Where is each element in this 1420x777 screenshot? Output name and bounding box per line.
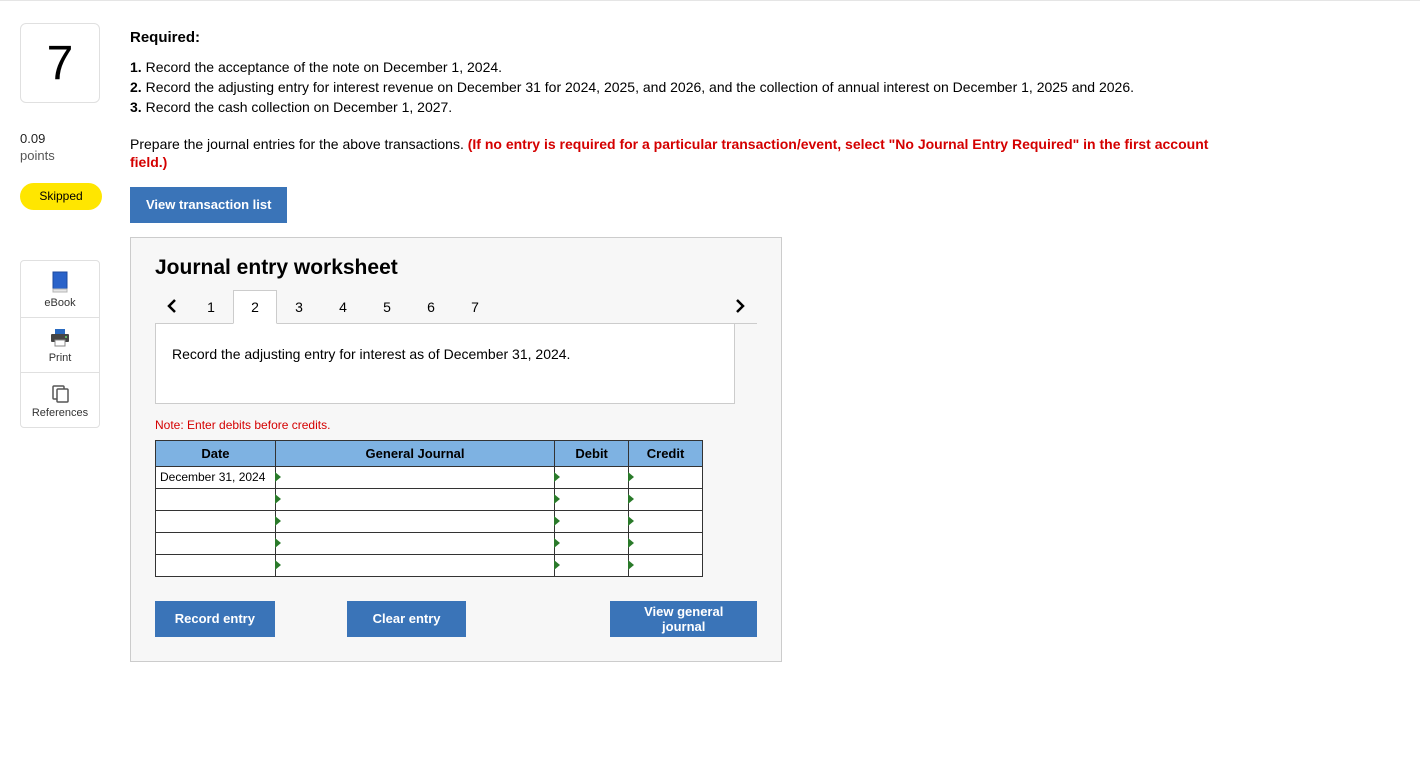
points-value: 0.09: [20, 131, 100, 148]
cell-credit[interactable]: [629, 488, 703, 510]
cell-date[interactable]: [156, 510, 276, 532]
cell-debit[interactable]: [555, 554, 629, 576]
nav-entry-5[interactable]: 5: [365, 289, 409, 323]
required-item-2: 2. Record the adjusting entry for intere…: [130, 78, 1230, 96]
journal-worksheet: Journal entry worksheet 1 2 3 4 5 6 7 Re…: [130, 237, 782, 662]
view-general-journal-button[interactable]: View general journal: [610, 601, 757, 637]
journal-table: Date General Journal Debit Credit Decemb…: [155, 440, 703, 577]
entry-prompt: Record the adjusting entry for interest …: [155, 324, 735, 404]
points-label: points: [20, 148, 100, 165]
cell-date[interactable]: December 31, 2024: [156, 466, 276, 488]
tool-ebook-label: eBook: [44, 297, 75, 309]
required-title: Required:: [130, 29, 1230, 46]
points-block: 0.09 points: [20, 131, 100, 165]
tool-print[interactable]: Print: [21, 318, 99, 373]
cell-gj[interactable]: [275, 510, 554, 532]
cell-credit[interactable]: [629, 510, 703, 532]
col-debit-header: Debit: [555, 440, 629, 466]
table-row: [156, 510, 703, 532]
worksheet-title: Journal entry worksheet: [155, 256, 757, 280]
cell-debit[interactable]: [555, 488, 629, 510]
cell-debit[interactable]: [555, 532, 629, 554]
col-gj-header: General Journal: [275, 440, 554, 466]
tool-references[interactable]: References: [21, 373, 99, 427]
nav-entry-1[interactable]: 1: [189, 289, 233, 323]
table-row: [156, 554, 703, 576]
cell-debit[interactable]: [555, 466, 629, 488]
nav-entry-2[interactable]: 2: [233, 290, 277, 324]
record-entry-button[interactable]: Record entry: [155, 601, 275, 637]
cell-gj[interactable]: [275, 466, 554, 488]
tool-ebook[interactable]: eBook: [21, 261, 99, 318]
cell-date[interactable]: [156, 532, 276, 554]
entry-nav: 1 2 3 4 5 6 7: [155, 290, 757, 324]
cell-gj[interactable]: [275, 488, 554, 510]
table-row: December 31, 2024: [156, 466, 703, 488]
nav-entry-3[interactable]: 3: [277, 289, 321, 323]
nav-entry-6[interactable]: 6: [409, 289, 453, 323]
required-item-3: 3. Record the cash collection on Decembe…: [130, 98, 1230, 116]
col-date-header: Date: [156, 440, 276, 466]
nav-next-button[interactable]: [723, 289, 757, 323]
table-row: [156, 532, 703, 554]
question-number-box: 7: [20, 23, 100, 103]
cell-credit[interactable]: [629, 554, 703, 576]
table-row: [156, 488, 703, 510]
cell-credit[interactable]: [629, 466, 703, 488]
note-line: Note: Enter debits before credits.: [155, 418, 757, 432]
copy-icon: [50, 383, 70, 403]
status-badge: Skipped: [20, 183, 102, 210]
cell-gj[interactable]: [275, 554, 554, 576]
cell-debit[interactable]: [555, 510, 629, 532]
chevron-left-icon: [166, 299, 178, 313]
tool-references-label: References: [32, 407, 88, 419]
prepare-instructions: Prepare the journal entries for the abov…: [130, 135, 1230, 171]
col-credit-header: Credit: [629, 440, 703, 466]
nav-entry-7[interactable]: 7: [453, 289, 497, 323]
tools-panel: eBook Print References: [20, 260, 100, 428]
tool-print-label: Print: [49, 352, 72, 364]
nav-prev-button[interactable]: [155, 289, 189, 323]
required-item-1: 1. Record the acceptance of the note on …: [130, 58, 1230, 76]
required-list: 1. Record the acceptance of the note on …: [130, 58, 1230, 117]
nav-entry-4[interactable]: 4: [321, 289, 365, 323]
cell-gj[interactable]: [275, 532, 554, 554]
cell-credit[interactable]: [629, 532, 703, 554]
chevron-right-icon: [734, 299, 746, 313]
view-transaction-list-button[interactable]: View transaction list: [130, 187, 287, 223]
printer-icon: [49, 328, 71, 348]
cell-date[interactable]: [156, 488, 276, 510]
cell-date[interactable]: [156, 554, 276, 576]
clear-entry-button[interactable]: Clear entry: [347, 601, 467, 637]
book-icon: [50, 271, 70, 293]
